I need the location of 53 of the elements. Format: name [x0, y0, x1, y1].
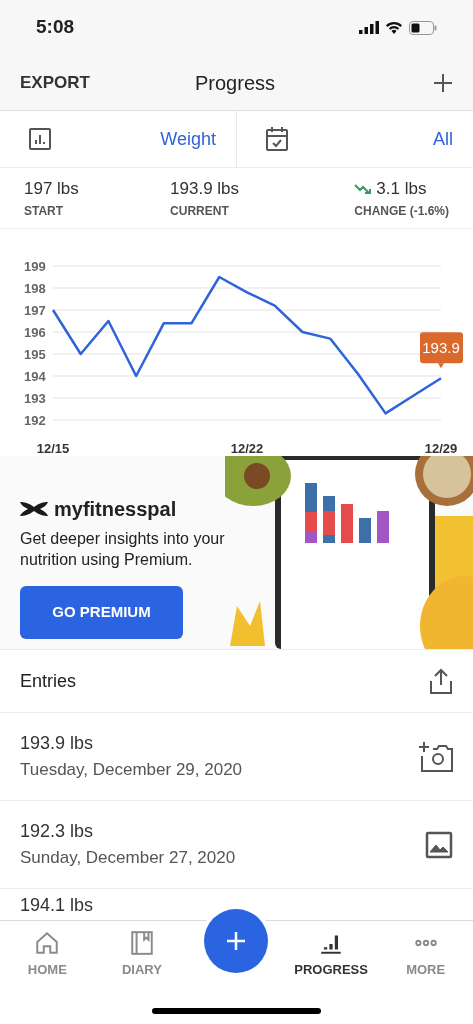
share-icon[interactable]	[429, 668, 453, 694]
bar-chart-icon	[28, 127, 52, 151]
trend-down-icon	[354, 183, 373, 195]
entry-date: Tuesday, December 29, 2020	[20, 759, 243, 782]
status-time: 5:08	[36, 15, 75, 40]
battery-icon	[409, 20, 437, 35]
y-tick-label: 193	[24, 391, 46, 406]
tab-item[interactable]: HOME	[0, 921, 95, 980]
entry-date: Sunday, December 27, 2020	[20, 847, 236, 870]
image-icon[interactable]	[425, 830, 453, 859]
y-tick-label: 195	[24, 347, 46, 362]
entry-weight: 193.9 lbs	[20, 732, 95, 756]
wifi-icon	[385, 20, 403, 35]
selector-button[interactable]: Weight	[0, 111, 237, 167]
signal-icon	[359, 21, 379, 34]
brand-name: myfitnesspal	[54, 497, 177, 522]
x-tick-label: 12/29	[424, 441, 458, 456]
plus-icon	[226, 931, 247, 951]
go-premium-button[interactable]: GO PREMIUM	[20, 586, 183, 639]
entry-weight: 194.1 lbs	[20, 894, 94, 917]
y-tick-label: 194	[24, 369, 46, 384]
stat-label: CHANGE (-1.6%)	[354, 202, 449, 220]
y-tick-label: 197	[24, 303, 46, 318]
home-icon	[34, 930, 61, 956]
stat-value: 197 lbs	[24, 178, 79, 201]
stat-value: 193.9 lbs	[170, 178, 240, 201]
value-callout	[420, 332, 463, 369]
page-title: Progress	[195, 70, 276, 96]
tab-item[interactable]: PROGRESS	[283, 921, 379, 980]
stat-label: CURRENT	[170, 202, 230, 220]
add-icon[interactable]	[433, 72, 453, 93]
add-photo-icon[interactable]	[419, 740, 453, 773]
logo-icon	[20, 501, 48, 517]
stat-value: 3.1 lbs	[376, 178, 427, 201]
x-tick-label: 12/22	[230, 441, 264, 456]
tab-item[interactable]: DIARY	[94, 921, 190, 980]
promo-text: Get deeper insights into your nutrition using Premium.	[20, 529, 226, 570]
selector-button[interactable]: All	[237, 111, 473, 167]
book-icon	[128, 930, 155, 956]
entries-title: Entries	[20, 669, 77, 693]
y-tick-label: 198	[24, 281, 46, 296]
y-tick-label: 199	[24, 259, 46, 274]
calendar-check-icon	[265, 126, 289, 152]
tab-item[interactable]: MORE	[378, 921, 473, 980]
entry-row[interactable]: 193.9 lbs Tuesday, December 29, 2020	[0, 713, 473, 801]
entry-weight: 192.3 lbs	[20, 820, 95, 844]
y-tick-label: 196	[24, 325, 46, 340]
callout-value: 193.9	[422, 339, 460, 357]
y-tick-label: 192	[24, 413, 46, 428]
export-button[interactable]: EXPORT	[20, 69, 90, 96]
x-tick-label: 12/15	[36, 441, 70, 456]
stat-label: START	[24, 202, 65, 220]
entry-row[interactable]: 192.3 lbs Sunday, December 27, 2020	[0, 801, 473, 889]
